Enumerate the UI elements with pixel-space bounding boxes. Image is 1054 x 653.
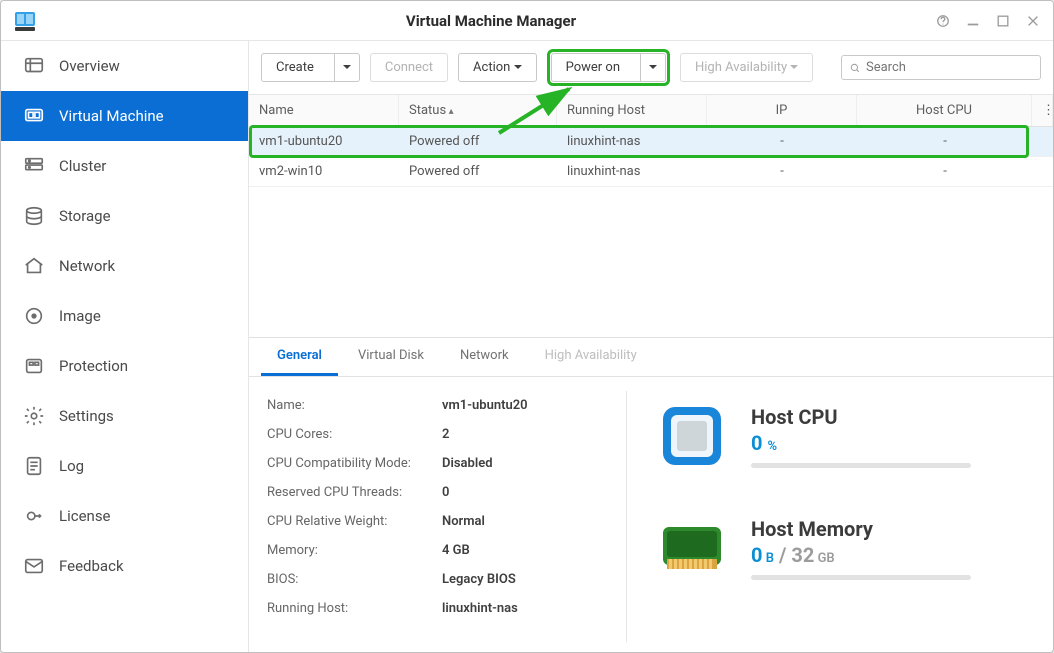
image-icon xyxy=(23,305,45,327)
sidebar-item-label: Image xyxy=(59,307,101,325)
col-ip[interactable]: IP xyxy=(707,95,857,126)
annotation-highlight: Power on xyxy=(547,49,670,86)
window-title: Virtual Machine Manager xyxy=(47,12,935,30)
overview-icon xyxy=(23,55,45,77)
host-memory-gauge: Host Memory 0 B / 32 GB xyxy=(657,513,1017,583)
col-menu-icon[interactable]: ⋮ xyxy=(1032,95,1053,126)
create-button[interactable]: Create xyxy=(261,53,360,82)
progress-bar xyxy=(751,463,971,468)
chevron-down-icon xyxy=(514,60,522,75)
high-availability-button[interactable]: High Availability xyxy=(680,53,813,82)
network-icon xyxy=(23,255,45,277)
sidebar-item-label: Network xyxy=(59,257,115,275)
chevron-down-icon xyxy=(790,60,798,75)
power-on-button[interactable]: Power on xyxy=(551,53,666,82)
vm-table: Name Status Running Host IP Host CPU ⋮ v… xyxy=(249,95,1053,187)
table-row[interactable]: vm2-win10 Powered off linuxhint-nas - - xyxy=(249,157,1053,187)
sidebar-item-label: Protection xyxy=(59,357,128,375)
sidebar-item-feedback[interactable]: Feedback xyxy=(1,541,248,591)
vm-icon xyxy=(23,105,45,127)
sidebar-item-image[interactable]: Image xyxy=(1,291,248,341)
gear-icon xyxy=(23,405,45,427)
progress-bar xyxy=(751,575,971,580)
tab-network[interactable]: Network xyxy=(444,338,525,376)
sidebar-item-network[interactable]: Network xyxy=(1,241,248,291)
detail-properties: Name:vm1-ubuntu20 CPU Cores:2 CPU Compat… xyxy=(267,391,627,642)
sidebar-item-protection[interactable]: Protection xyxy=(1,341,248,391)
sidebar: Overview Virtual Machine Cluster Storage… xyxy=(1,41,249,652)
memory-icon xyxy=(657,513,727,583)
tab-general[interactable]: General xyxy=(261,338,338,376)
maximize-icon[interactable] xyxy=(995,13,1011,29)
chevron-down-icon[interactable] xyxy=(640,54,665,81)
log-icon xyxy=(23,455,45,477)
action-button[interactable]: Action xyxy=(458,53,537,82)
sidebar-item-label: Settings xyxy=(59,407,114,425)
search-icon xyxy=(850,61,860,75)
table-row[interactable]: vm1-ubuntu20 Powered off linuxhint-nas -… xyxy=(249,127,1053,157)
sidebar-item-virtual-machine[interactable]: Virtual Machine xyxy=(1,91,248,141)
search-input[interactable] xyxy=(841,55,1041,80)
tab-virtual-disk[interactable]: Virtual Disk xyxy=(342,338,440,376)
sidebar-item-settings[interactable]: Settings xyxy=(1,391,248,441)
cluster-icon xyxy=(23,155,45,177)
gauge-title: Host Memory xyxy=(751,517,971,541)
sidebar-item-storage[interactable]: Storage xyxy=(1,191,248,241)
help-icon[interactable] xyxy=(935,13,951,29)
sidebar-item-log[interactable]: Log xyxy=(1,441,248,491)
chevron-down-icon[interactable] xyxy=(334,54,359,81)
connect-button[interactable]: Connect xyxy=(370,53,448,82)
col-status[interactable]: Status xyxy=(399,95,557,126)
protection-icon xyxy=(23,355,45,377)
sidebar-item-license[interactable]: License xyxy=(1,491,248,541)
license-icon xyxy=(23,505,45,527)
sidebar-item-label: Virtual Machine xyxy=(59,107,164,125)
sidebar-item-label: License xyxy=(59,507,111,525)
sidebar-item-label: Feedback xyxy=(59,557,124,575)
gauge-title: Host CPU xyxy=(751,405,971,429)
storage-icon xyxy=(23,205,45,227)
sidebar-item-label: Storage xyxy=(59,207,111,225)
host-cpu-gauge: Host CPU 0 % xyxy=(657,401,1017,471)
col-name[interactable]: Name xyxy=(249,95,399,126)
col-host[interactable]: Running Host xyxy=(557,95,707,126)
feedback-icon xyxy=(23,555,45,577)
tab-high-availability: High Availability xyxy=(529,338,653,376)
close-icon[interactable] xyxy=(1025,13,1041,29)
sidebar-item-cluster[interactable]: Cluster xyxy=(1,141,248,191)
sidebar-item-overview[interactable]: Overview xyxy=(1,41,248,91)
cpu-icon xyxy=(657,401,727,471)
app-icon xyxy=(13,9,37,33)
sidebar-item-label: Log xyxy=(59,457,84,475)
sidebar-item-label: Cluster xyxy=(59,157,106,175)
col-cpu[interactable]: Host CPU xyxy=(857,95,1032,126)
sidebar-item-label: Overview xyxy=(59,57,120,75)
minimize-icon[interactable] xyxy=(965,13,981,29)
